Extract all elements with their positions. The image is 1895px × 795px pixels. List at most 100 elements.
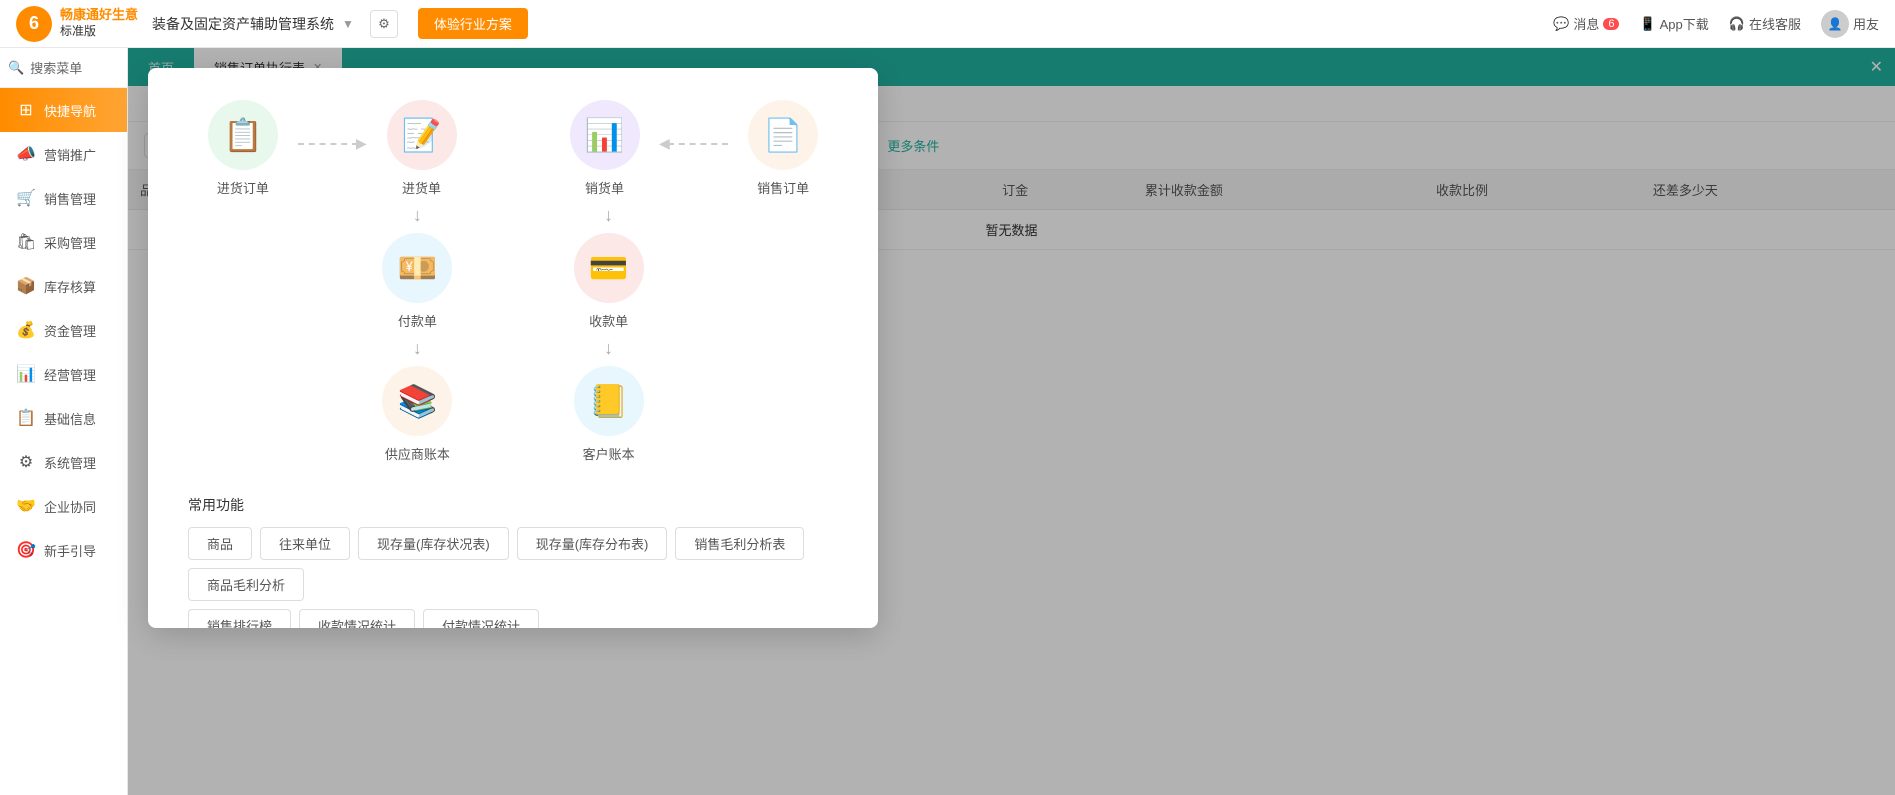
modal-box: 📋 进货订单 ▶: [148, 86, 878, 628]
newbie-icon: 🎯: [16, 540, 36, 560]
customer-ledger-label: 客户账本: [583, 444, 635, 463]
common-functions-title: 常用功能: [188, 495, 838, 515]
down-arrow-supplier-icon: ↓: [413, 338, 422, 359]
content-body: ❓ 帮助 🖨 按模板打印 ▼ ↗ 导出 ↻ 刷新: [128, 86, 1895, 795]
sidebar-search[interactable]: 🔍 搜索菜单: [0, 48, 127, 88]
marketing-icon: 📣: [16, 144, 36, 164]
sidebar-item-sales[interactable]: 🛒 销售管理: [0, 176, 127, 220]
logo-area: 6 畅康通好生意 标准版: [16, 6, 144, 42]
top-right: 💬 消息 6 📱 App下载 🎧 在线客服 👤 用友: [1553, 10, 1879, 38]
message-button[interactable]: 💬 消息 6: [1553, 14, 1619, 33]
func-btn-goods-gross[interactable]: 商品毛利分析: [188, 568, 304, 601]
sales-bill-icon: 📊: [585, 116, 625, 154]
content-area: 首页 销售订单执行表 ✕ ✕ ❓ 帮助 🖨: [128, 48, 1895, 795]
flow-row-1: 📋 进货订单 ▶: [188, 100, 838, 197]
flow-node-supplier-ledger[interactable]: 📚 供应商账本: [360, 366, 475, 463]
flow-node-purchase-bill[interactable]: 📝 进货单: [367, 100, 477, 197]
sidebar-item-quick-nav[interactable]: ⊞ 快捷导航: [0, 88, 127, 132]
supplier-ledger-label: 供应商账本: [385, 444, 450, 463]
arrow-down-receipt: ↓: [551, 205, 666, 225]
func-btn-stock-dist[interactable]: 现存量(库存分布表): [517, 527, 668, 560]
sales-bill-circle: 📊: [570, 100, 640, 170]
flow-node-sales-bill[interactable]: 📊 销货单: [550, 100, 660, 197]
sidebar-item-newbie[interactable]: 🎯 新手引导: [0, 528, 127, 572]
receipt-label: 收款单: [589, 311, 628, 330]
purchase-bill-icon: 📝: [402, 116, 442, 154]
collab-icon: 🤝: [16, 496, 36, 516]
sales-icon: 🛒: [16, 188, 36, 208]
sidebar-item-purchase[interactable]: 🛍 采购管理: [0, 220, 127, 264]
func-btn-sales-gross[interactable]: 销售毛利分析表: [675, 527, 804, 560]
purchase-bill-circle: 📝: [387, 100, 457, 170]
app-container: 6 畅康通好生意 标准版 装备及固定资产辅助管理系统 ▼ ⚙ 体验行业方案 💬 …: [0, 0, 1895, 795]
flow-node-payment[interactable]: 💴 付款单: [360, 233, 475, 330]
sidebar-item-collab[interactable]: 🤝 企业协同: [0, 484, 127, 528]
trial-button[interactable]: 体验行业方案: [418, 8, 528, 39]
down-arrow-customer-icon: ↓: [604, 338, 613, 359]
purchase-order-icon: 📋: [223, 116, 263, 154]
purchase-icon: 🛍: [16, 232, 36, 252]
arrow-down-payment: ↓: [360, 205, 475, 225]
avatar: 👤: [1821, 10, 1849, 38]
func-btn-goods[interactable]: 商品: [188, 527, 252, 560]
func-btn-stock-status[interactable]: 现存量(库存状况表): [358, 527, 509, 560]
online-service-button[interactable]: 🎧 在线客服: [1729, 14, 1801, 33]
sales-order-icon: 📄: [763, 116, 803, 154]
message-badge: 6: [1603, 18, 1619, 30]
down-arrow-payment-icon: ↓: [413, 205, 422, 226]
app-download-button[interactable]: 📱 App下载: [1639, 14, 1708, 33]
sidebar-item-operation[interactable]: 📊 经营管理: [0, 352, 127, 396]
supplier-ledger-icon: 📚: [397, 382, 437, 420]
supplier-ledger-circle: 📚: [382, 366, 452, 436]
sidebar-item-system[interactable]: ⚙ 系统管理: [0, 440, 127, 484]
sidebar-item-basic[interactable]: 📋 基础信息: [0, 396, 127, 440]
gear-button[interactable]: ⚙: [370, 10, 398, 38]
payment-icon: 💴: [397, 249, 437, 287]
func-buttons-row2: 销售排行榜 收款情况统计 付款情况统计: [188, 609, 838, 628]
sidebar-item-finance[interactable]: 💰 资金管理: [0, 308, 127, 352]
func-btn-partners[interactable]: 往来单位: [260, 527, 350, 560]
flow-row-arrows2: ↓ ↓: [188, 338, 838, 358]
download-icon: 📱: [1639, 16, 1655, 32]
arrow-purchase-order-to-bill: ▶: [298, 113, 367, 152]
headset-icon: 🎧: [1729, 16, 1745, 32]
modal-overlay[interactable]: 📋 进货订单 ▶: [128, 86, 1895, 795]
arrow-down-customer: ↓: [551, 338, 666, 358]
flow-node-receipt[interactable]: 💳 收款单: [551, 233, 666, 330]
sidebar: 🔍 搜索菜单 ⊞ 快捷导航 📣 营销推广 🛒 销售管理 🛍 采购管理 📦: [0, 48, 128, 795]
arrow-head-icon: ▶: [356, 135, 367, 152]
func-btn-sales-rank[interactable]: 销售排行榜: [188, 609, 291, 628]
flow-row-2: 💴 付款单 💳 收款单: [188, 233, 838, 330]
system-title: 装备及固定资产辅助管理系统 ▼ ⚙ 体验行业方案: [152, 8, 1553, 39]
sales-order-circle: 📄: [748, 100, 818, 170]
logo-text: 畅康通好生意 标准版: [60, 7, 138, 39]
system-dropdown-icon[interactable]: ▼: [342, 17, 354, 31]
sidebar-item-inventory[interactable]: 📦 库存核算: [0, 264, 127, 308]
customer-ledger-icon: 📒: [589, 382, 629, 420]
purchase-order-circle: 📋: [208, 100, 278, 170]
system-name: 装备及固定资产辅助管理系统: [152, 14, 334, 34]
purchase-order-label: 进货订单: [217, 178, 269, 197]
flow-node-purchase-order[interactable]: 📋 进货订单: [188, 100, 298, 197]
user-button[interactable]: 👤 用友: [1821, 10, 1879, 38]
func-buttons-row1: 商品 往来单位 现存量(库存状况表) 现存量(库存分布表) 销售毛利分析表 商品…: [188, 527, 838, 601]
system-icon: ⚙: [16, 452, 36, 472]
sidebar-item-marketing[interactable]: 📣 营销推广: [0, 132, 127, 176]
arrow-down-supplier: ↓: [360, 338, 475, 358]
customer-ledger-circle: 📒: [574, 366, 644, 436]
message-icon: 💬: [1553, 16, 1569, 32]
operation-icon: 📊: [16, 364, 36, 384]
func-btn-receipt-stats[interactable]: 收款情况统计: [299, 609, 415, 628]
payment-circle: 💴: [382, 233, 452, 303]
flow-node-customer-ledger[interactable]: 📒 客户账本: [551, 366, 666, 463]
sales-order-label: 销售订单: [757, 178, 809, 197]
arrow-head-left-icon: ▶: [659, 135, 670, 152]
receipt-icon: 💳: [589, 249, 629, 287]
arrow-sales-order-to-bill: ▶: [659, 113, 728, 152]
flow-node-sales-order[interactable]: 📄 销售订单: [728, 100, 838, 197]
receipt-circle: 💳: [574, 233, 644, 303]
func-btn-payment-stats[interactable]: 付款情况统计: [423, 609, 539, 628]
logo-icon: 6: [16, 6, 52, 42]
finance-icon: 💰: [16, 320, 36, 340]
flow-row-3: 📚 供应商账本 📒 客户账本: [188, 366, 838, 463]
